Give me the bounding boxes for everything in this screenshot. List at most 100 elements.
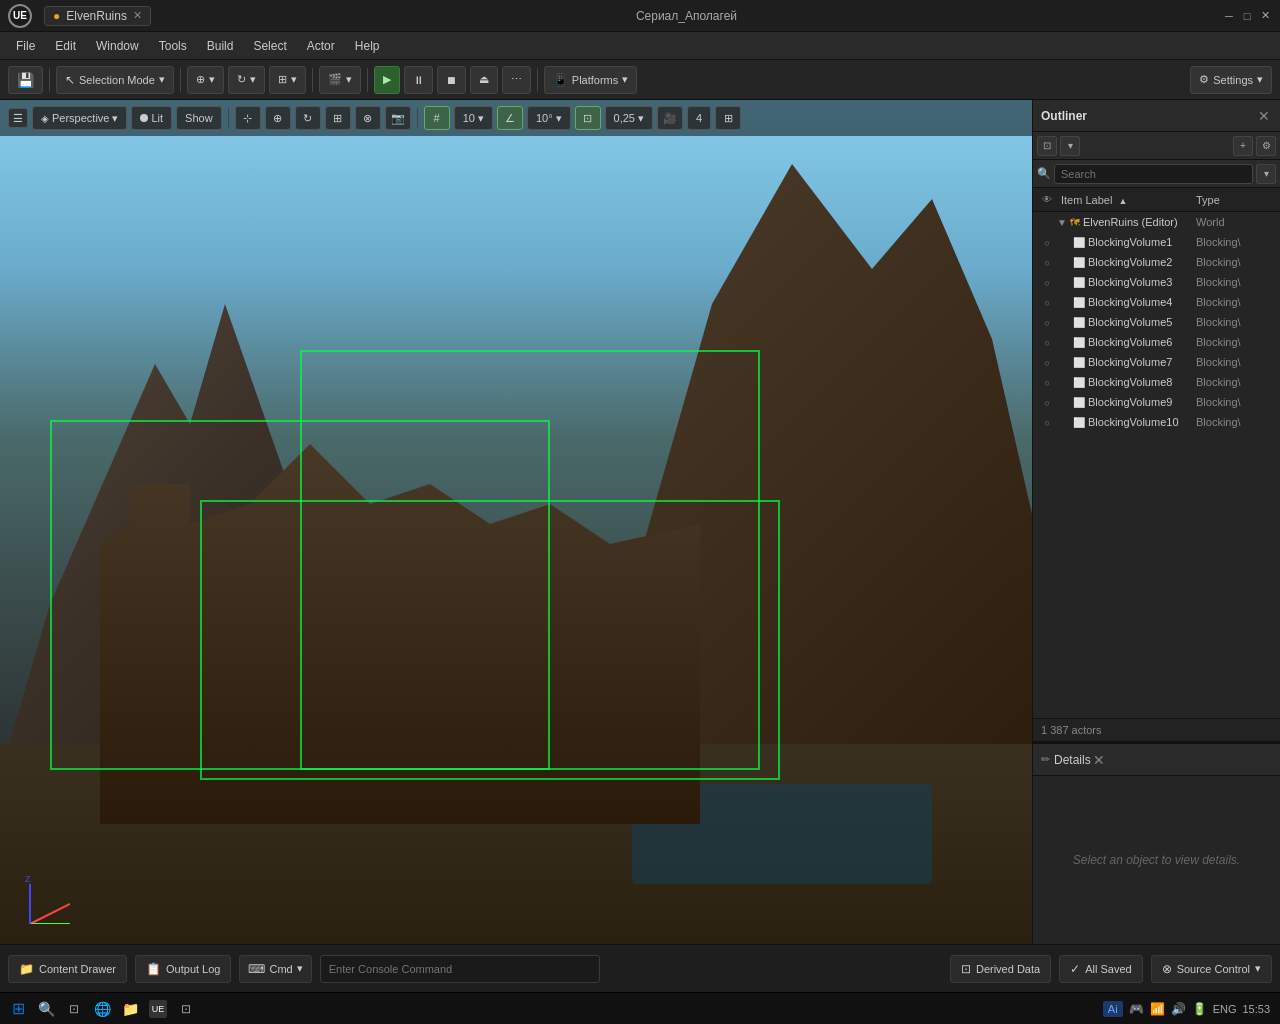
details-close-button[interactable]: ✕ [1091,750,1107,770]
pause-button[interactable]: ⏸ [404,66,433,94]
minimize-button[interactable]: ─ [1222,9,1236,23]
taskbar-ue-button[interactable]: UE [146,997,170,1021]
derived-data-button[interactable]: ⊡ Derived Data [950,955,1051,983]
stop-button[interactable]: ⏹ [437,66,466,94]
toolbar-sep-1 [49,68,50,92]
actor-count-bar: 1 387 actors [1033,718,1280,742]
col-type-header[interactable]: Type [1196,194,1276,206]
cam-value-button[interactable]: 4 [687,106,711,130]
outliner-search-input[interactable] [1054,164,1253,184]
tree-item-4[interactable]: ⬜ BlockingVolume5 Blocking\ [1033,312,1280,332]
taskbar-task-view-button[interactable]: ⊡ [62,997,86,1021]
taskbar-extra-button[interactable]: ⊡ [174,997,198,1021]
scale-value-button[interactable]: 0,25 ▾ [605,106,653,130]
settings-button[interactable]: ⚙ Settings ▾ [1190,66,1272,94]
window-controls: ─ □ ✕ [1222,9,1272,23]
menu-tools[interactable]: Tools [151,36,195,56]
platforms-button[interactable]: 📱 Platforms ▾ [544,66,637,94]
cmd-dropdown-icon: ▾ [297,962,303,975]
lit-button[interactable]: Lit [131,106,172,130]
save-button[interactable]: 💾 [8,66,43,94]
scale-tool-button[interactable]: ⊞ [325,106,351,130]
eject-button[interactable]: ⏏ [470,66,498,94]
select-tool-button[interactable]: ⊹ [235,106,261,130]
outliner-add-button[interactable]: + [1233,136,1253,156]
source-control-button[interactable]: ⊗ Source Control ▾ [1151,955,1272,983]
grid-icon: # [434,112,440,124]
taskbar-search-button[interactable]: 🔍 [34,997,58,1021]
details-content: Select an object to view details. [1033,776,1280,944]
tree-item-9[interactable]: ⬜ BlockingVolume10 Blocking\ [1033,412,1280,432]
tree-item-0[interactable]: ⬜ BlockingVolume1 Blocking\ [1033,232,1280,252]
main-area: X Y Z ☰ ◈ Perspective ▾ Lit Show ⊹ ⊕ ↻ ⊞ [0,100,1280,944]
menu-help[interactable]: Help [347,36,388,56]
project-tab[interactable]: ● ElvenRuins ✕ [44,6,151,26]
viewport-menu-button[interactable]: ☰ [8,108,28,128]
cmd-button[interactable]: ⌨ Cmd ▾ [239,955,311,983]
camera-tool-button[interactable]: 📷 [385,106,411,130]
item-0-type: Blocking\ [1196,236,1276,248]
outliner-tree[interactable]: ▼ 🗺 ElvenRuins (Editor) World ⬜ Blocking… [1033,212,1280,718]
rotate-tool-button[interactable]: ↻ [295,106,321,130]
menu-edit[interactable]: Edit [47,36,84,56]
play-button[interactable]: ▶ [374,66,400,94]
world-expand-icon[interactable]: ▼ [1057,217,1067,228]
show-button[interactable]: Show [176,106,222,130]
translate-tool-button[interactable]: ⊕ [265,106,291,130]
menu-actor[interactable]: Actor [299,36,343,56]
world-type: World [1196,216,1276,228]
close-button[interactable]: ✕ [1258,9,1272,23]
menu-select[interactable]: Select [245,36,294,56]
tree-item-7[interactable]: ⬜ BlockingVolume8 Blocking\ [1033,372,1280,392]
menu-window[interactable]: Window [88,36,147,56]
tree-item-6[interactable]: ⬜ BlockingVolume7 Blocking\ [1033,352,1280,372]
derived-data-icon: ⊡ [961,962,971,976]
transform-rotate-button[interactable]: ↻ ▾ [228,66,265,94]
outliner-options-button[interactable]: ▾ [1060,136,1080,156]
selection-mode-button[interactable]: ↖ Selection Mode ▾ [56,66,174,94]
restore-button[interactable]: □ [1240,9,1254,23]
search-options-button[interactable]: ▾ [1256,164,1276,184]
tree-item-5[interactable]: ⬜ BlockingVolume6 Blocking\ [1033,332,1280,352]
taskbar-nvidia-icon: 🎮 [1129,1002,1144,1016]
grid-value-button[interactable]: 10 ▾ [454,106,493,130]
content-drawer-button[interactable]: 📁 Content Drawer [8,955,127,983]
taskbar-ai-label[interactable]: Ai [1103,1001,1123,1017]
angle-value-button[interactable]: 10° ▾ [527,106,571,130]
transform-translate-button[interactable]: ⊕ ▾ [187,66,224,94]
grid-toggle-button[interactable]: # [424,106,450,130]
settings-gear-icon: ⚙ [1199,73,1209,86]
viewport[interactable]: X Y Z ☰ ◈ Perspective ▾ Lit Show ⊹ ⊕ ↻ ⊞ [0,100,1032,944]
tree-item-1[interactable]: ⬜ BlockingVolume2 Blocking\ [1033,252,1280,272]
scale-toggle-button[interactable]: ⊡ [575,106,601,130]
menu-build[interactable]: Build [199,36,242,56]
maximize-viewport-button[interactable]: ⊞ [715,106,741,130]
tree-item-8[interactable]: ⬜ BlockingVolume9 Blocking\ [1033,392,1280,412]
taskbar-edge-button[interactable]: 🌐 [90,997,114,1021]
col-item-label-header[interactable]: Item Label ▲ [1057,194,1196,206]
taskbar-explorer-button[interactable]: 📁 [118,997,142,1021]
camera-speed-vp-button[interactable]: 🎥 [657,106,683,130]
project-close-icon[interactable]: ✕ [133,9,142,22]
play-more-button[interactable]: ⋯ [502,66,531,94]
project-dot: ● [53,9,60,23]
console-input[interactable] [320,955,600,983]
angle-toggle-button[interactable]: ∠ [497,106,523,130]
output-log-button[interactable]: 📋 Output Log [135,955,231,983]
taskbar-start-button[interactable]: ⊞ [6,997,30,1021]
menu-file[interactable]: File [8,36,43,56]
tree-item-world[interactable]: ▼ 🗺 ElvenRuins (Editor) World [1033,212,1280,232]
outliner-settings-button[interactable]: ⚙ [1256,136,1276,156]
transform-scale-button[interactable]: ⊞ ▾ [269,66,306,94]
tree-item-3[interactable]: ⬜ BlockingVolume4 Blocking\ [1033,292,1280,312]
outliner-filter-button[interactable]: ⊡ [1037,136,1057,156]
all-saved-button[interactable]: ✓ All Saved [1059,955,1142,983]
wireframe-box-3 [200,500,780,780]
outliner-close-button[interactable]: ✕ [1256,106,1272,126]
perspective-button[interactable]: ◈ Perspective ▾ [32,106,127,130]
camera-speed-button[interactable]: 🎬 ▾ [319,66,361,94]
transform-tool-button[interactable]: ⊗ [355,106,381,130]
tree-item-2[interactable]: ⬜ BlockingVolume3 Blocking\ [1033,272,1280,292]
grid-value: 10 [463,112,475,124]
outliner-column-headers: 👁 Item Label ▲ Type [1033,188,1280,212]
